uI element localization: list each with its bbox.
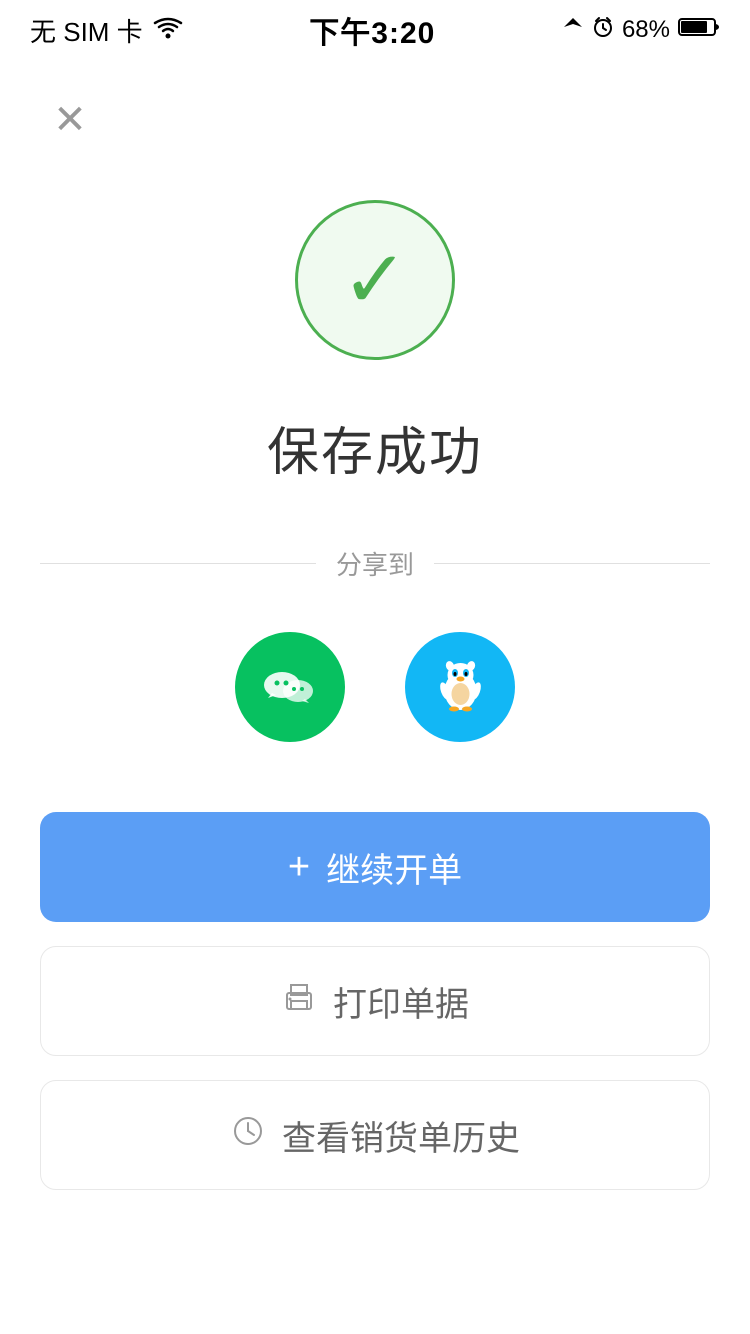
qq-icon (428, 655, 493, 720)
history-button-label: 查看销货单历史 (282, 1111, 520, 1160)
plus-icon: + (288, 846, 310, 889)
alarm-icon (592, 16, 614, 45)
wifi-icon (153, 15, 183, 46)
divider-line-right (434, 563, 710, 564)
share-divider: 分享到 (40, 545, 710, 582)
status-bar: 无 SIM 卡 下午3:20 68 (0, 0, 750, 60)
battery-percent: 68% (622, 16, 670, 44)
location-icon (562, 16, 584, 45)
battery-icon (678, 16, 720, 45)
print-button-label: 打印单据 (333, 977, 469, 1026)
print-icon (281, 979, 317, 1024)
clock-icon (230, 1113, 266, 1158)
status-left: 无 SIM 卡 (30, 12, 183, 49)
status-right: 68% (562, 16, 720, 45)
close-button[interactable]: ✕ (30, 80, 110, 160)
success-title: 保存成功 (267, 410, 483, 485)
qq-share-button[interactable] (405, 632, 515, 742)
print-button[interactable]: 打印单据 (40, 946, 710, 1056)
success-icon-circle: ✓ (295, 200, 455, 360)
status-time: 下午3:20 (309, 8, 435, 52)
continue-button-label: 继续开单 (326, 843, 462, 892)
main-content: ✓ 保存成功 分享到 (0, 160, 750, 1334)
action-buttons-container: + 继续开单 打印单据 (40, 812, 710, 1190)
history-button[interactable]: 查看销货单历史 (40, 1080, 710, 1190)
share-icons-container (235, 632, 515, 742)
continue-button[interactable]: + 继续开单 (40, 812, 710, 922)
close-icon: ✕ (53, 100, 87, 140)
sim-text: 无 SIM 卡 (30, 12, 143, 49)
wechat-icon (258, 655, 323, 720)
divider-line-left (40, 563, 316, 564)
checkmark-icon: ✓ (341, 240, 408, 320)
share-label: 分享到 (336, 545, 414, 582)
wechat-share-button[interactable] (235, 632, 345, 742)
